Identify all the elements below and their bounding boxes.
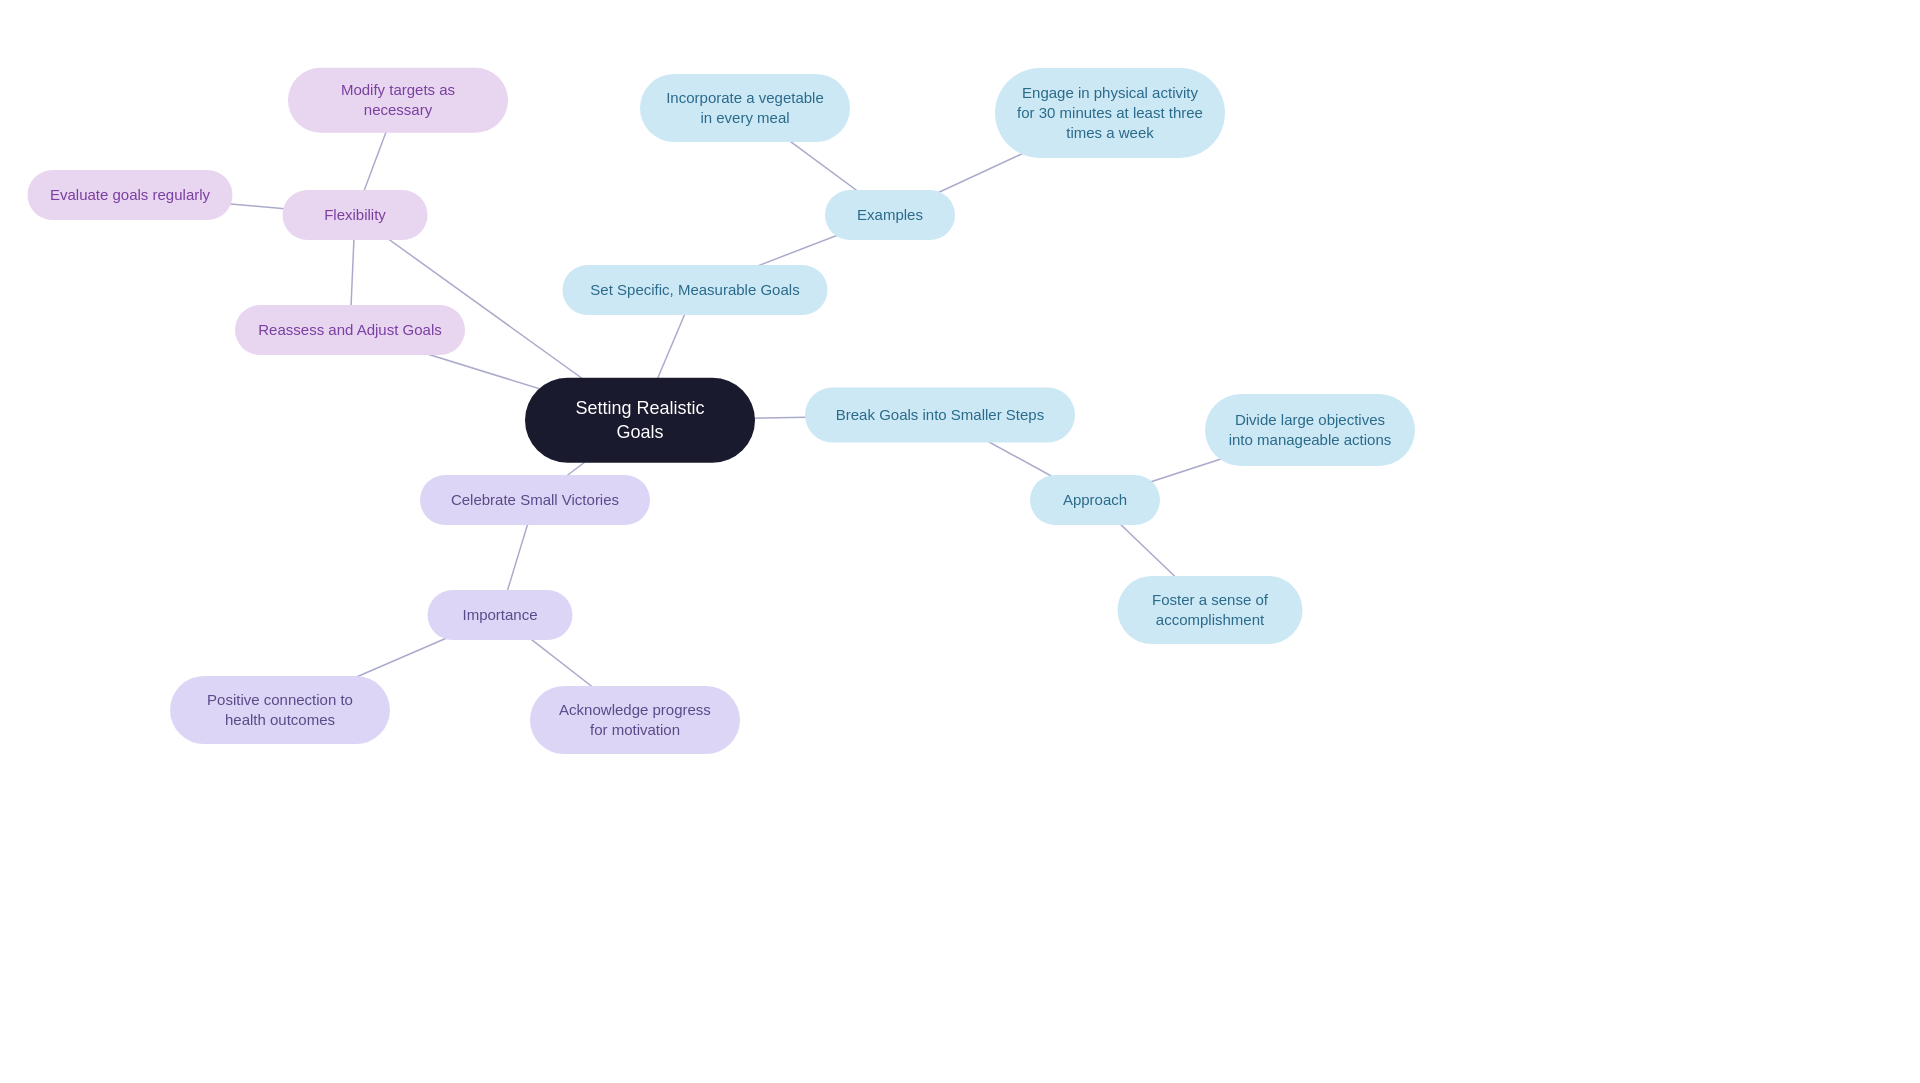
node-evaluate_goals: Evaluate goals regularly xyxy=(28,170,233,220)
node-center: Setting Realistic Goals xyxy=(525,378,755,463)
node-engage_physical: Engage in physical activity for 30 minut… xyxy=(995,68,1225,158)
node-flexibility: Flexibility xyxy=(283,190,428,240)
node-examples: Examples xyxy=(825,190,955,240)
node-positive_connection: Positive connection to health outcomes xyxy=(170,676,390,744)
node-acknowledge_progress: Acknowledge progress for motivation xyxy=(530,686,740,754)
mindmap-container: Setting Realistic Goals Flexibility Modify… xyxy=(0,0,1920,1083)
node-modify_targets: Modify targets as necessary xyxy=(288,68,508,133)
connection-lines xyxy=(0,0,1920,1083)
node-break_goals: Break Goals into Smaller Steps xyxy=(805,388,1075,443)
node-importance: Importance xyxy=(428,590,573,640)
node-reassess_adjust: Reassess and Adjust Goals xyxy=(235,305,465,355)
node-approach: Approach xyxy=(1030,475,1160,525)
node-set_specific: Set Specific, Measurable Goals xyxy=(563,265,828,315)
node-celebrate_small: Celebrate Small Victories xyxy=(420,475,650,525)
node-divide_large: Divide large objectives into manageable … xyxy=(1205,394,1415,466)
node-foster_sense: Foster a sense of accomplishment xyxy=(1118,576,1303,644)
node-incorporate_veg: Incorporate a vegetable in every meal xyxy=(640,74,850,142)
